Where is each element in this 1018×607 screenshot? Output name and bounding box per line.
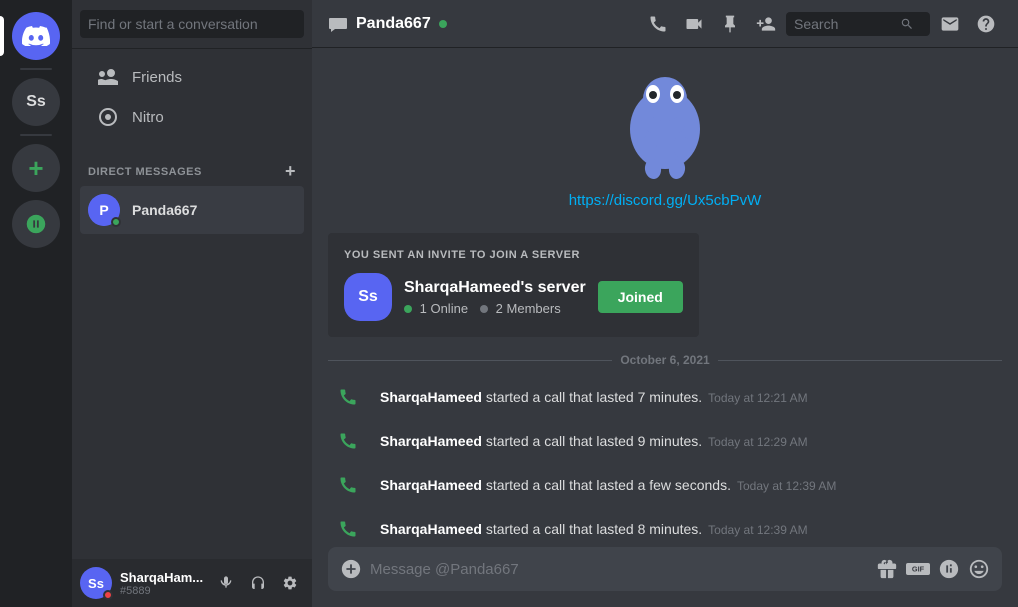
nitro-label: Nitro: [132, 109, 164, 126]
invite-card-label: YOU SENT AN INVITE TO JOIN A SERVER: [344, 249, 683, 261]
emoji-button[interactable]: [968, 558, 990, 580]
invite-link[interactable]: https://discord.gg/Ux5cbPvW: [569, 192, 762, 209]
online-stat: 1 Online: [404, 301, 468, 316]
dm-search-area: [72, 0, 312, 49]
date-line-left: [328, 360, 612, 361]
invite-server-info: SharqaHameed's server 1 Online 2 Members: [404, 279, 586, 316]
date-separator: October 6, 2021: [312, 345, 1018, 375]
current-user-status-dot: [103, 590, 113, 600]
invite-server-stats: 1 Online 2 Members: [404, 301, 586, 316]
find-conversation-input[interactable]: [80, 10, 304, 38]
invite-server-avatar: Ss: [344, 273, 392, 321]
svg-text:P: P: [99, 202, 108, 218]
add-friend-button[interactable]: [750, 8, 782, 40]
header-search-input[interactable]: [794, 16, 894, 32]
invite-server-row: Ss SharqaHameed's server 1 Online 2 Memb…: [344, 273, 683, 321]
panda667-avatar-wrapper: P: [88, 194, 120, 226]
dm-sidebar: Friends Nitro DIRECT MESSAGES + P: [72, 0, 312, 607]
friends-label: Friends: [132, 69, 182, 86]
panda667-status: [111, 217, 121, 227]
call-icon-2: [338, 431, 358, 451]
dm-header-icon: [328, 14, 348, 34]
call-button[interactable]: [642, 8, 674, 40]
mute-button[interactable]: [212, 569, 240, 597]
call-icon-wrapper-2: [328, 421, 368, 461]
message-content-3: SharqaHameed started a call that lasted …: [380, 477, 1002, 493]
deafen-button[interactable]: [244, 569, 272, 597]
help-button[interactable]: [970, 8, 1002, 40]
members-stat-dot: [480, 305, 488, 313]
message-content-4: SharqaHameed started a call that lasted …: [380, 521, 1002, 537]
current-user-discriminator: #5889: [120, 585, 204, 597]
messages-container: https://discord.gg/Ux5cbPvW YOU SENT AN …: [312, 48, 1018, 539]
svg-text:GIF: GIF: [912, 565, 925, 574]
add-attachment-button[interactable]: [340, 558, 362, 580]
user-panel: Ss SharqaHam... #5889: [72, 559, 312, 607]
invite-section: https://discord.gg/Ux5cbPvW: [312, 64, 1018, 225]
call-icon-wrapper-4: [328, 509, 368, 539]
gift-button[interactable]: [876, 558, 898, 580]
message-item: SharqaHameed started a call that lasted …: [312, 507, 1018, 539]
call-icon-wrapper-1: [328, 377, 368, 417]
chat-area: Panda667: [312, 0, 1018, 607]
nitro-icon: [96, 105, 120, 129]
nitro-nav-item[interactable]: Nitro: [80, 97, 304, 137]
call-icon-wrapper-3: [328, 465, 368, 505]
sticker-button[interactable]: [938, 558, 960, 580]
message-item: SharqaHameed started a call that lasted …: [312, 419, 1018, 463]
current-user-info: SharqaHam... #5889: [120, 570, 204, 597]
chat-input-box: GIF: [328, 547, 1002, 591]
explore-servers-button[interactable]: [12, 200, 60, 248]
inbox-button[interactable]: [934, 8, 966, 40]
character-image: [605, 64, 725, 184]
friends-icon: [96, 65, 120, 89]
dm-section-header: DIRECT MESSAGES +: [72, 145, 312, 186]
call-icon-1: [338, 387, 358, 407]
user-controls: [212, 569, 304, 597]
message-content-2: SharqaHameed started a call that lasted …: [380, 433, 1002, 449]
search-icon: [900, 17, 914, 31]
server-ss-icon[interactable]: Ss: [12, 78, 60, 126]
server-invite-card: YOU SENT AN INVITE TO JOIN A SERVER Ss S…: [328, 233, 699, 337]
current-user-name: SharqaHam...: [120, 570, 204, 585]
panda667-name: Panda667: [132, 202, 197, 218]
input-actions: GIF: [876, 558, 990, 580]
call-icon-4: [338, 519, 358, 539]
video-button[interactable]: [678, 8, 710, 40]
chat-header: Panda667: [312, 0, 1018, 48]
chat-input-area: GIF: [312, 539, 1018, 607]
date-line-right: [718, 360, 1002, 361]
header-actions: [642, 8, 1002, 40]
current-user-avatar-wrapper: Ss: [80, 567, 112, 599]
header-online-dot: [439, 20, 447, 28]
gif-button[interactable]: GIF: [906, 561, 930, 577]
dm-user-panda667[interactable]: P Panda667: [80, 186, 304, 234]
pin-button[interactable]: [714, 8, 746, 40]
header-search-box: [786, 12, 930, 36]
settings-button[interactable]: [276, 569, 304, 597]
joined-button[interactable]: Joined: [598, 281, 683, 313]
invite-server-name: SharqaHameed's server: [404, 279, 586, 297]
call-icon-3: [338, 475, 358, 495]
add-server-button[interactable]: +: [12, 144, 60, 192]
message-content-1: SharqaHameed started a call that lasted …: [380, 389, 1002, 405]
online-stat-dot: [404, 305, 412, 313]
chat-header-user: Panda667: [328, 14, 447, 34]
server-divider-2: [20, 134, 52, 136]
members-stat: 2 Members: [480, 301, 561, 316]
message-item: SharqaHameed started a call that lasted …: [312, 463, 1018, 507]
chat-header-name: Panda667: [356, 15, 431, 33]
add-dm-button[interactable]: +: [285, 161, 296, 182]
friends-nav-item[interactable]: Friends: [80, 57, 304, 97]
message-input[interactable]: [370, 561, 868, 578]
server-sidebar: Ss +: [0, 0, 72, 607]
message-item: SharqaHameed started a call that lasted …: [312, 375, 1018, 419]
dm-nav: Friends Nitro: [72, 49, 312, 145]
discord-home-button[interactable]: [12, 12, 60, 60]
server-divider: [20, 68, 52, 70]
